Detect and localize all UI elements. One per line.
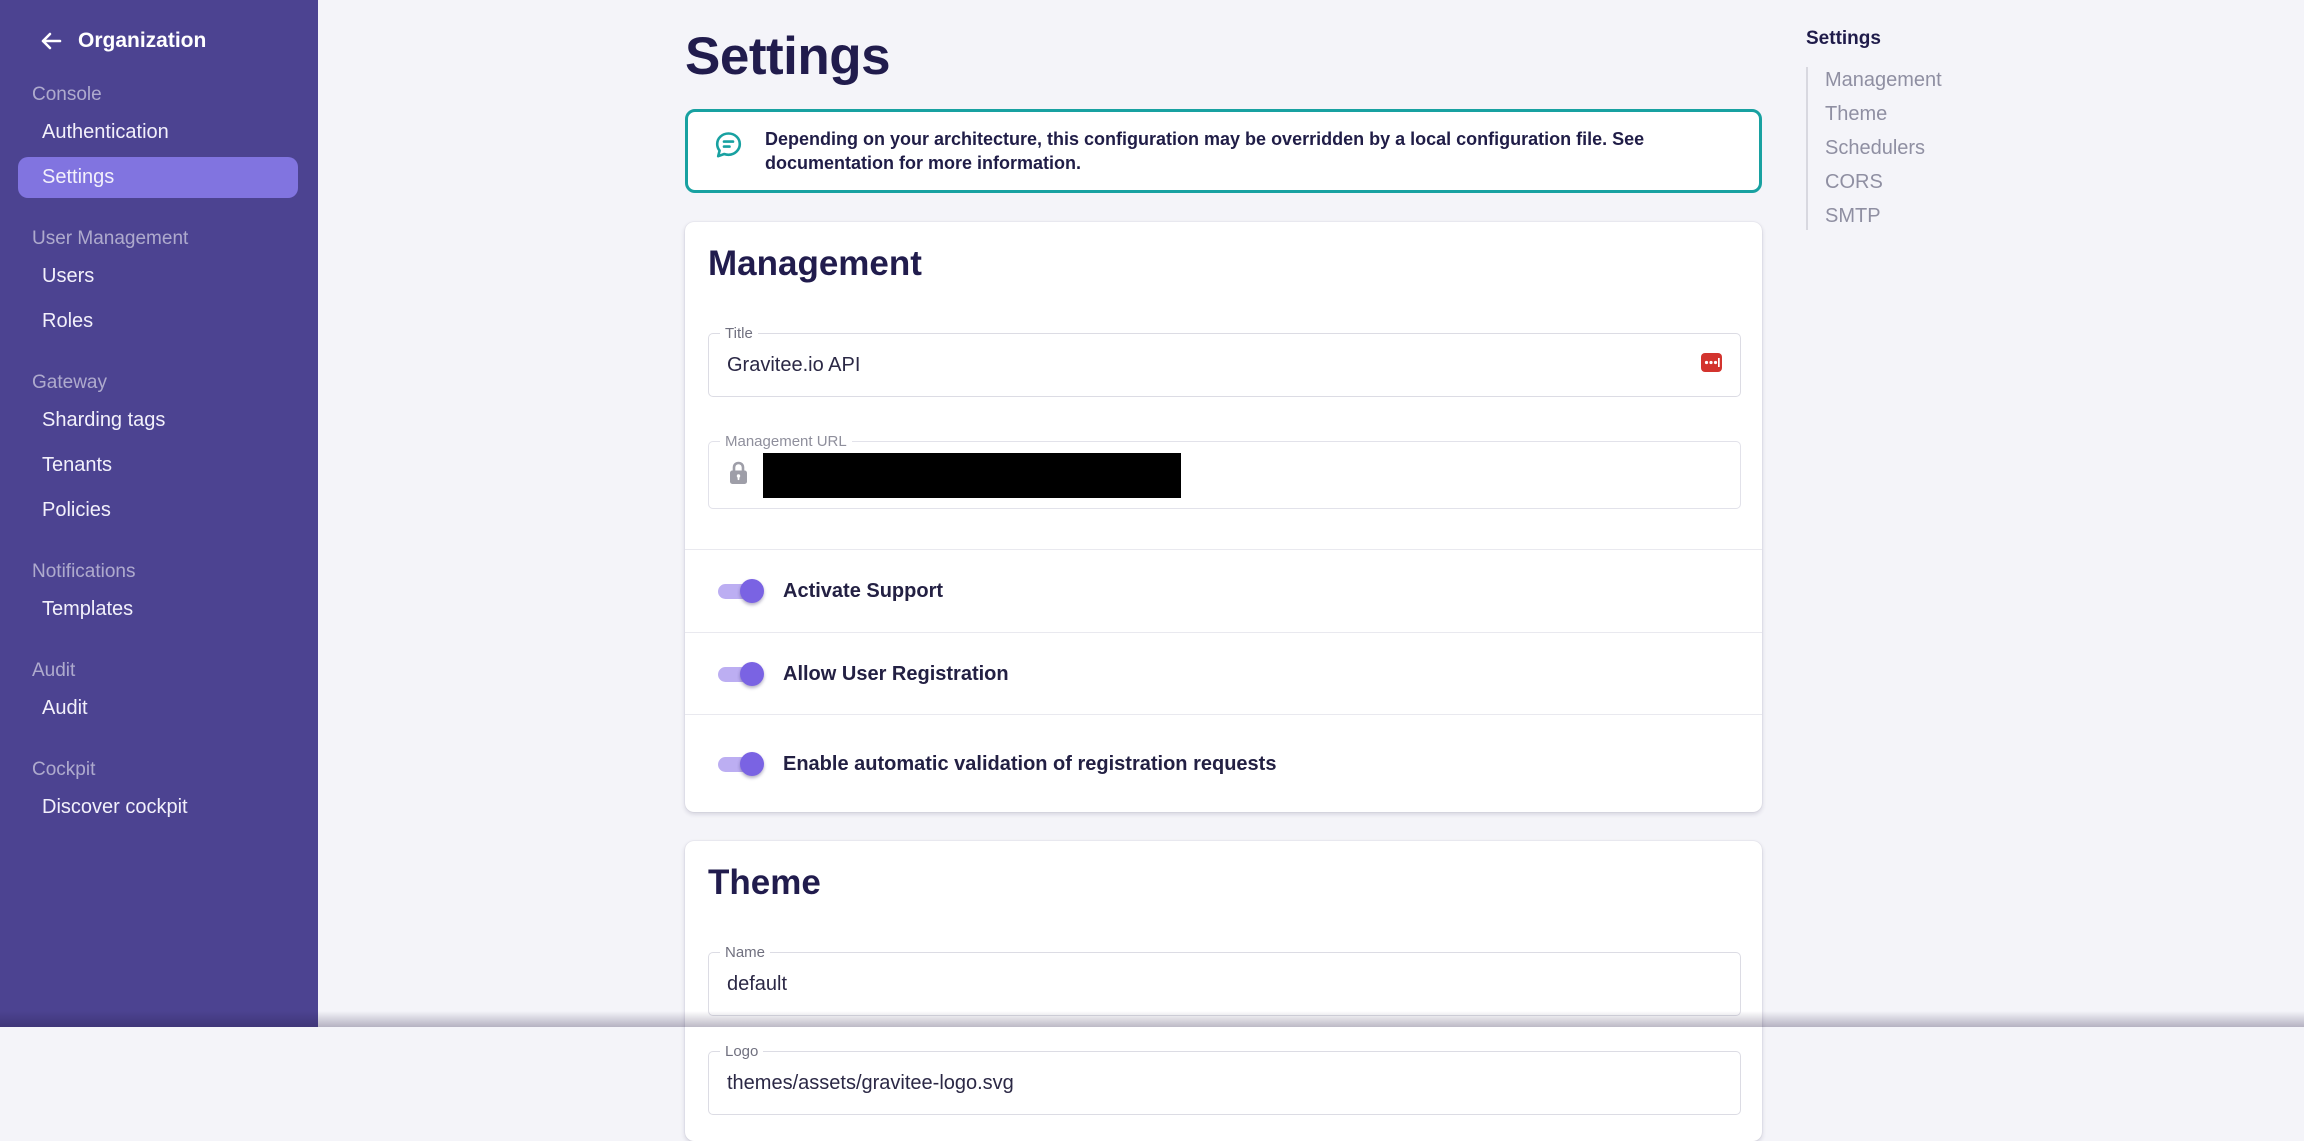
sidebar-item-templates[interactable]: Templates	[18, 589, 298, 630]
sidebar: Organization Console Authentication Sett…	[0, 0, 318, 1027]
redacted-value	[763, 453, 1181, 498]
back-to-organization-button[interactable]: Organization	[0, 0, 318, 54]
management-card-title: Management	[685, 222, 1762, 282]
sidebar-item-settings[interactable]: Settings	[18, 157, 298, 198]
sidebar-item-discover-cockpit[interactable]: Discover cockpit	[18, 787, 298, 828]
chat-bubble-icon	[712, 129, 745, 167]
main-content: Settings Depending on your architecture,…	[685, 0, 1762, 1141]
section-label: Console	[0, 84, 318, 106]
sidebar-item-policies[interactable]: Policies	[18, 490, 298, 531]
banner-text: Depending on your architecture, this con…	[765, 127, 1735, 175]
sidebar-section-user-management: User Management Users Roles	[0, 228, 318, 342]
title-field: Title	[708, 333, 1741, 397]
theme-card: Theme Name Logo	[685, 841, 1762, 1141]
sidebar-section-notifications: Notifications Templates	[0, 561, 318, 630]
sidebar-item-users[interactable]: Users	[18, 256, 298, 297]
toggle-label: Allow User Registration	[783, 662, 1009, 686]
section-label: User Management	[0, 228, 318, 250]
toggle-row-allow-user-registration: Allow User Registration	[685, 632, 1762, 714]
section-label: Gateway	[0, 372, 318, 394]
theme-logo-field: Logo	[708, 1051, 1741, 1115]
title-input[interactable]	[727, 351, 1689, 379]
theme-fields: Name Logo	[685, 930, 1762, 1115]
toggle-thumb	[740, 752, 764, 776]
page-toc: Settings Management Theme Schedulers COR…	[1806, 28, 2106, 230]
section-label: Cockpit	[0, 759, 318, 781]
toc-item-smtp[interactable]: SMTP	[1825, 205, 2106, 228]
theme-logo-input[interactable]	[727, 1069, 1722, 1097]
title-field-label: Title	[720, 325, 758, 343]
toggle-thumb	[740, 662, 764, 686]
toc-item-theme[interactable]: Theme	[1825, 103, 2106, 126]
password-manager-icon[interactable]	[1701, 353, 1722, 377]
auto-validation-toggle[interactable]	[718, 751, 764, 777]
sidebar-item-sharding-tags[interactable]: Sharding tags	[18, 400, 298, 441]
sidebar-section-console: Console Authentication Settings	[0, 84, 318, 198]
sidebar-section-gateway: Gateway Sharding tags Tenants Policies	[0, 372, 318, 531]
section-label: Audit	[0, 660, 318, 682]
toggle-thumb	[740, 579, 764, 603]
management-url-field-label: Management URL	[720, 433, 852, 451]
toc-title: Settings	[1806, 28, 2106, 50]
arrow-left-icon	[38, 28, 64, 54]
toggle-row-auto-validation: Enable automatic validation of registrat…	[685, 714, 1762, 812]
theme-logo-field-label: Logo	[720, 1043, 763, 1061]
theme-name-field: Name	[708, 952, 1741, 1016]
allow-user-registration-toggle[interactable]	[718, 661, 764, 687]
sidebar-item-authentication[interactable]: Authentication	[18, 112, 298, 153]
lock-icon	[727, 460, 750, 491]
sidebar-item-tenants[interactable]: Tenants	[18, 445, 298, 486]
sidebar-item-roles[interactable]: Roles	[18, 301, 298, 342]
toggle-label: Activate Support	[783, 579, 943, 603]
management-card: Management Title Management URL	[685, 222, 1762, 812]
sidebar-item-audit[interactable]: Audit	[18, 688, 298, 729]
sidebar-section-audit: Audit Audit	[0, 660, 318, 729]
toggle-row-activate-support: Activate Support	[685, 550, 1762, 632]
info-banner: Depending on your architecture, this con…	[685, 109, 1762, 193]
section-label: Notifications	[0, 561, 318, 583]
theme-name-input[interactable]	[727, 970, 1722, 998]
page-title: Settings	[685, 30, 1762, 84]
management-url-field: Management URL	[708, 441, 1741, 509]
management-fields: Title Management URL	[685, 311, 1762, 509]
toc-item-schedulers[interactable]: Schedulers	[1825, 137, 2106, 160]
theme-name-field-label: Name	[720, 944, 770, 962]
toc-list: Management Theme Schedulers CORS SMTP	[1806, 67, 2106, 230]
toggle-label: Enable automatic validation of registrat…	[783, 752, 1276, 776]
sidebar-section-cockpit: Cockpit Discover cockpit	[0, 759, 318, 828]
back-label: Organization	[78, 29, 206, 53]
toc-item-cors[interactable]: CORS	[1825, 171, 2106, 194]
activate-support-toggle[interactable]	[718, 578, 764, 604]
toc-item-management[interactable]: Management	[1825, 69, 2106, 92]
theme-card-title: Theme	[685, 841, 1762, 901]
